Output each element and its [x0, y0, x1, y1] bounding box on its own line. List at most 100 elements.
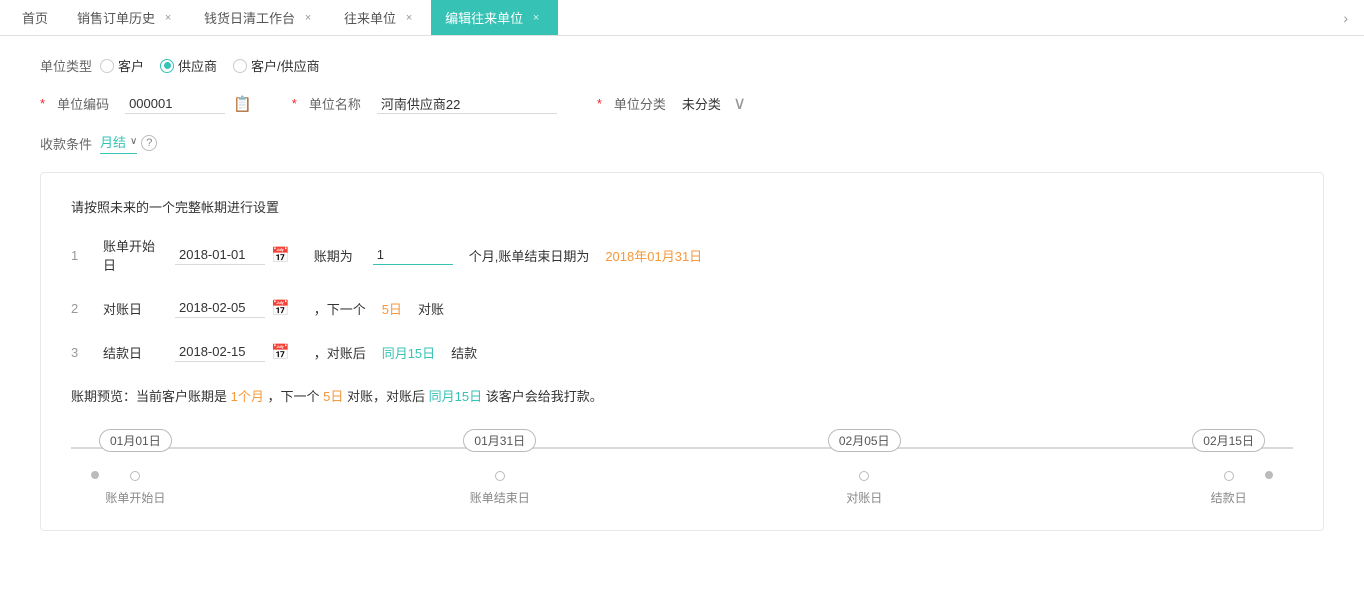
timeline-badge-0: 01月01日: [99, 429, 172, 452]
code-star: *: [40, 96, 45, 111]
row-3-after-highlight: 同月15日: [382, 343, 435, 362]
radio-both-label: 客户/供应商: [251, 56, 320, 75]
timeline: 01月01日 账单开始日 01月31日 账单结束日 02月05日 对账日 02月…: [71, 429, 1293, 506]
timeline-label-3: 结款日: [1211, 489, 1247, 506]
row-1-period-highlight: 2018年01月31日: [605, 246, 702, 265]
timeline-point-2: 02月05日 对账日: [828, 429, 901, 506]
unit-info-row: * 单位编码 📋 * 单位名称 * 单位分类 未分类 ∨: [40, 93, 1324, 114]
timeline-badge-2: 02月05日: [828, 429, 901, 452]
tab-home[interactable]: 首页: [8, 0, 63, 35]
tab-sales-history-close[interactable]: ×: [161, 11, 175, 25]
tab-cash-ledger[interactable]: 钱货日清工作台 ×: [190, 0, 330, 35]
row-3-after-label: ，对账后: [314, 343, 366, 362]
row-1-date-box: 2018-01-01 📅: [175, 245, 290, 265]
code-field-group: * 单位编码 📋: [40, 94, 252, 114]
tab-edit-partner[interactable]: 编辑往来单位 ×: [431, 0, 558, 35]
unit-type-label: 单位类型: [40, 56, 92, 75]
row-2-after-highlight: 5日: [382, 299, 402, 318]
timeline-label-2: 对账日: [846, 489, 882, 506]
tab-partner-units-label: 往来单位: [344, 8, 396, 27]
radio-both-circle: [233, 59, 247, 73]
row-1-after-label: 账期为: [314, 246, 353, 265]
tab-edit-partner-label: 编辑往来单位: [445, 8, 523, 27]
payment-row: 收款条件 月结 ∨ ?: [40, 132, 1324, 154]
row-3-calendar-icon[interactable]: 📅: [271, 343, 290, 361]
timeline-left-endpoint: [91, 471, 99, 479]
tab-edit-partner-close[interactable]: ×: [529, 11, 543, 25]
preview-part1-highlight: 1个月: [231, 389, 264, 404]
preview-prefix: 账期预览：当前客户账期是: [71, 389, 227, 404]
radio-supplier-label: 供应商: [178, 56, 217, 75]
setting-row-3: 3 结款日 2018-02-15 📅 ，对账后 同月15日 结款: [71, 342, 1293, 362]
payment-value: 月结: [100, 132, 126, 151]
name-input[interactable]: [377, 94, 557, 114]
row-3-date-value: 2018-02-15: [175, 342, 265, 362]
timeline-point-1: 01月31日 账单结束日: [463, 429, 536, 506]
code-calendar-icon[interactable]: 📋: [233, 95, 252, 113]
tab-home-label: 首页: [22, 8, 48, 27]
preview-text: 账期预览：当前客户账期是 1个月 ，下一个 5日 对账，对账后 同月15日 该客…: [71, 386, 1293, 405]
timeline-point-0: 01月01日 账单开始日: [99, 429, 172, 506]
timeline-dot-3: [1224, 471, 1234, 481]
payment-help-icon[interactable]: ?: [141, 135, 157, 151]
section-title: 请按照未来的一个完整帐期进行设置: [71, 197, 1293, 216]
name-label: 单位名称: [309, 94, 361, 113]
row-1-period-suffix: 个月,账单结束日期为: [469, 246, 590, 265]
radio-supplier-circle: [160, 59, 174, 73]
row-1-num: 1: [71, 248, 91, 263]
radio-customer-circle: [100, 59, 114, 73]
payment-select-group[interactable]: 月结 ∨: [100, 132, 137, 154]
row-3-num: 3: [71, 345, 91, 360]
settings-section: 请按照未来的一个完整帐期进行设置 1 账单开始日 2018-01-01 📅 账期…: [40, 172, 1324, 531]
radio-customer-label: 客户: [118, 56, 144, 75]
payment-label: 收款条件: [40, 134, 92, 153]
timeline-points: 01月01日 账单开始日 01月31日 账单结束日 02月05日 对账日 02月…: [99, 429, 1265, 506]
radio-customer[interactable]: 客户: [100, 56, 144, 75]
timeline-dot-1: [495, 471, 505, 481]
tabs-bar: 首页 销售订单历史 × 钱货日清工作台 × 往来单位 × 编辑往来单位 × ›: [0, 0, 1364, 36]
row-2-after-suffix: 对账: [418, 299, 444, 318]
preview-suffix: 该客户会给我打款。: [486, 389, 603, 404]
code-input[interactable]: [125, 94, 225, 114]
row-3-after-suffix: 结款: [451, 343, 477, 362]
tab-partner-units[interactable]: 往来单位 ×: [330, 0, 431, 35]
row-2-date-value: 2018-02-05: [175, 298, 265, 318]
setting-row-2: 2 对账日 2018-02-05 📅 ，下一个 5日 对账: [71, 298, 1293, 318]
tab-cash-ledger-label: 钱货日清工作台: [204, 8, 295, 27]
category-value: 未分类: [682, 94, 721, 113]
preview-part2-highlight: 5日: [323, 389, 343, 404]
radio-both[interactable]: 客户/供应商: [233, 56, 320, 75]
category-dropdown-icon[interactable]: ∨: [733, 93, 746, 114]
tab-sales-history-label: 销售订单历史: [77, 8, 155, 27]
preview-part3-highlight: 同月15日: [429, 389, 482, 404]
tab-cash-ledger-close[interactable]: ×: [301, 11, 315, 25]
name-field-group: * 单位名称: [292, 94, 557, 114]
preview-part3-text: 对账，对账后: [347, 389, 425, 404]
category-label: 单位分类: [614, 94, 666, 113]
row-3-field-label: 结款日: [103, 343, 163, 362]
preview-part2-text: ，下一个: [268, 389, 320, 404]
radio-supplier[interactable]: 供应商: [160, 56, 217, 75]
tab-sales-history[interactable]: 销售订单历史 ×: [63, 0, 190, 35]
timeline-badge-3: 02月15日: [1192, 429, 1265, 452]
category-star: *: [597, 96, 602, 111]
timeline-point-3: 02月15日 结款日: [1192, 429, 1265, 506]
row-2-calendar-icon[interactable]: 📅: [271, 299, 290, 317]
radio-group-unit-type: 客户 供应商 客户/供应商: [100, 56, 320, 75]
timeline-dot-2: [859, 471, 869, 481]
row-1-date-value: 2018-01-01: [175, 245, 265, 265]
page-content: 单位类型 客户 供应商 客户/供应商 * 单位编码 📋 * 单位名称: [0, 36, 1364, 608]
category-field-group: * 单位分类 未分类 ∨: [597, 93, 746, 114]
timeline-dot-0: [130, 471, 140, 481]
setting-row-1: 1 账单开始日 2018-01-01 📅 账期为 个月,账单结束日期为 2018…: [71, 236, 1293, 274]
unit-type-row: 单位类型 客户 供应商 客户/供应商: [40, 56, 1324, 75]
tab-nav-arrow[interactable]: ›: [1335, 0, 1356, 35]
row-1-period-input[interactable]: [373, 245, 453, 265]
timeline-badge-1: 01月31日: [463, 429, 536, 452]
tab-partner-units-close[interactable]: ×: [402, 11, 416, 25]
row-1-calendar-icon[interactable]: 📅: [271, 246, 290, 264]
code-label: 单位编码: [57, 94, 109, 113]
row-1-field-label: 账单开始日: [103, 236, 163, 274]
row-2-field-label: 对账日: [103, 299, 163, 318]
payment-chevron-icon: ∨: [130, 136, 137, 147]
